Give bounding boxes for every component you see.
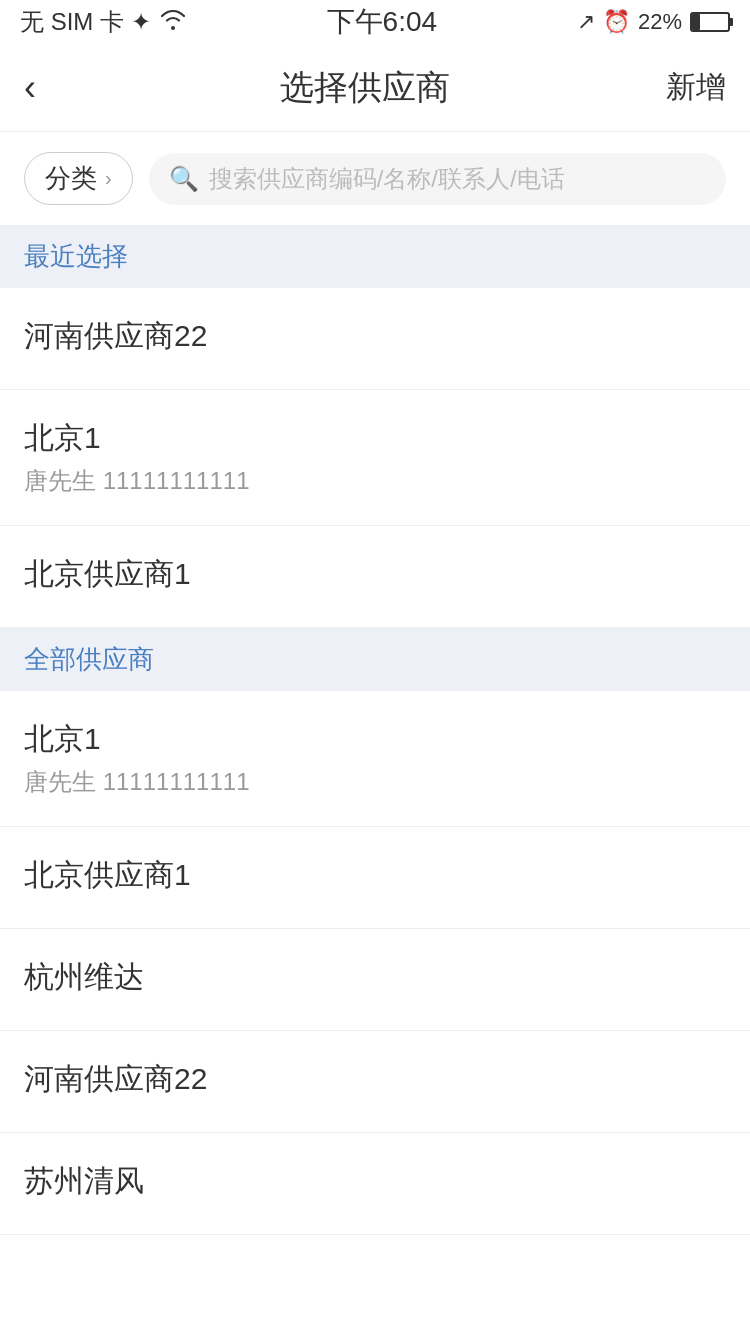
status-time: 下午6:04 [327, 3, 438, 41]
supplier-contact: 唐先生 11111111111 [24, 766, 726, 798]
filter-bar: 分类 › 🔍 搜索供应商编码/名称/联系人/电话 [0, 132, 750, 225]
list-item[interactable]: 河南供应商22 [0, 1031, 750, 1133]
section-header-recent: 最近选择 [0, 225, 750, 288]
supplier-name: 北京供应商1 [24, 554, 726, 595]
battery-icon [690, 12, 730, 32]
status-right: ↗ ⏰ 22% [577, 9, 730, 35]
supplier-name: 河南供应商22 [24, 316, 726, 357]
list-item[interactable]: 河南供应商22 [0, 288, 750, 390]
supplier-name: 北京供应商1 [24, 855, 726, 896]
location-icon: ↗ [577, 9, 595, 35]
status-left: 无 SIM 卡 ✦ [20, 6, 187, 38]
supplier-contact: 唐先生 11111111111 [24, 465, 726, 497]
sim-label: 无 SIM 卡 ✦ [20, 6, 151, 38]
list-item[interactable]: 杭州维达 [0, 929, 750, 1031]
list-item[interactable]: 北京供应商1 [0, 827, 750, 929]
section-header-all: 全部供应商 [0, 628, 750, 691]
supplier-name: 苏州清风 [24, 1161, 726, 1202]
battery-percent: 22% [638, 9, 682, 35]
add-button[interactable]: 新增 [646, 67, 726, 108]
search-box[interactable]: 🔍 搜索供应商编码/名称/联系人/电话 [149, 153, 726, 205]
supplier-name: 河南供应商22 [24, 1059, 726, 1100]
supplier-name: 北京1 [24, 719, 726, 760]
back-button[interactable]: ‹ [24, 67, 84, 109]
search-placeholder: 搜索供应商编码/名称/联系人/电话 [209, 163, 565, 195]
list-item[interactable]: 北京1 唐先生 11111111111 [0, 691, 750, 827]
supplier-name: 北京1 [24, 418, 726, 459]
supplier-name: 杭州维达 [24, 957, 726, 998]
list-item[interactable]: 北京供应商1 [0, 526, 750, 628]
status-bar: 无 SIM 卡 ✦ 下午6:04 ↗ ⏰ 22% [0, 0, 750, 44]
nav-bar: ‹ 选择供应商 新增 [0, 44, 750, 132]
chevron-right-icon: › [105, 167, 112, 190]
list-item[interactable]: 北京1 唐先生 11111111111 [0, 390, 750, 526]
supplier-list: 最近选择河南供应商22 北京1 唐先生 11111111111 北京供应商1 全部供应商… [0, 225, 750, 1235]
search-icon: 🔍 [169, 165, 199, 193]
alarm-icon: ⏰ [603, 9, 630, 35]
wifi-icon [159, 8, 187, 36]
category-filter[interactable]: 分类 › [24, 152, 133, 205]
category-label: 分类 [45, 161, 97, 196]
list-item[interactable]: 苏州清风 [0, 1133, 750, 1235]
page-title: 选择供应商 [280, 65, 450, 111]
